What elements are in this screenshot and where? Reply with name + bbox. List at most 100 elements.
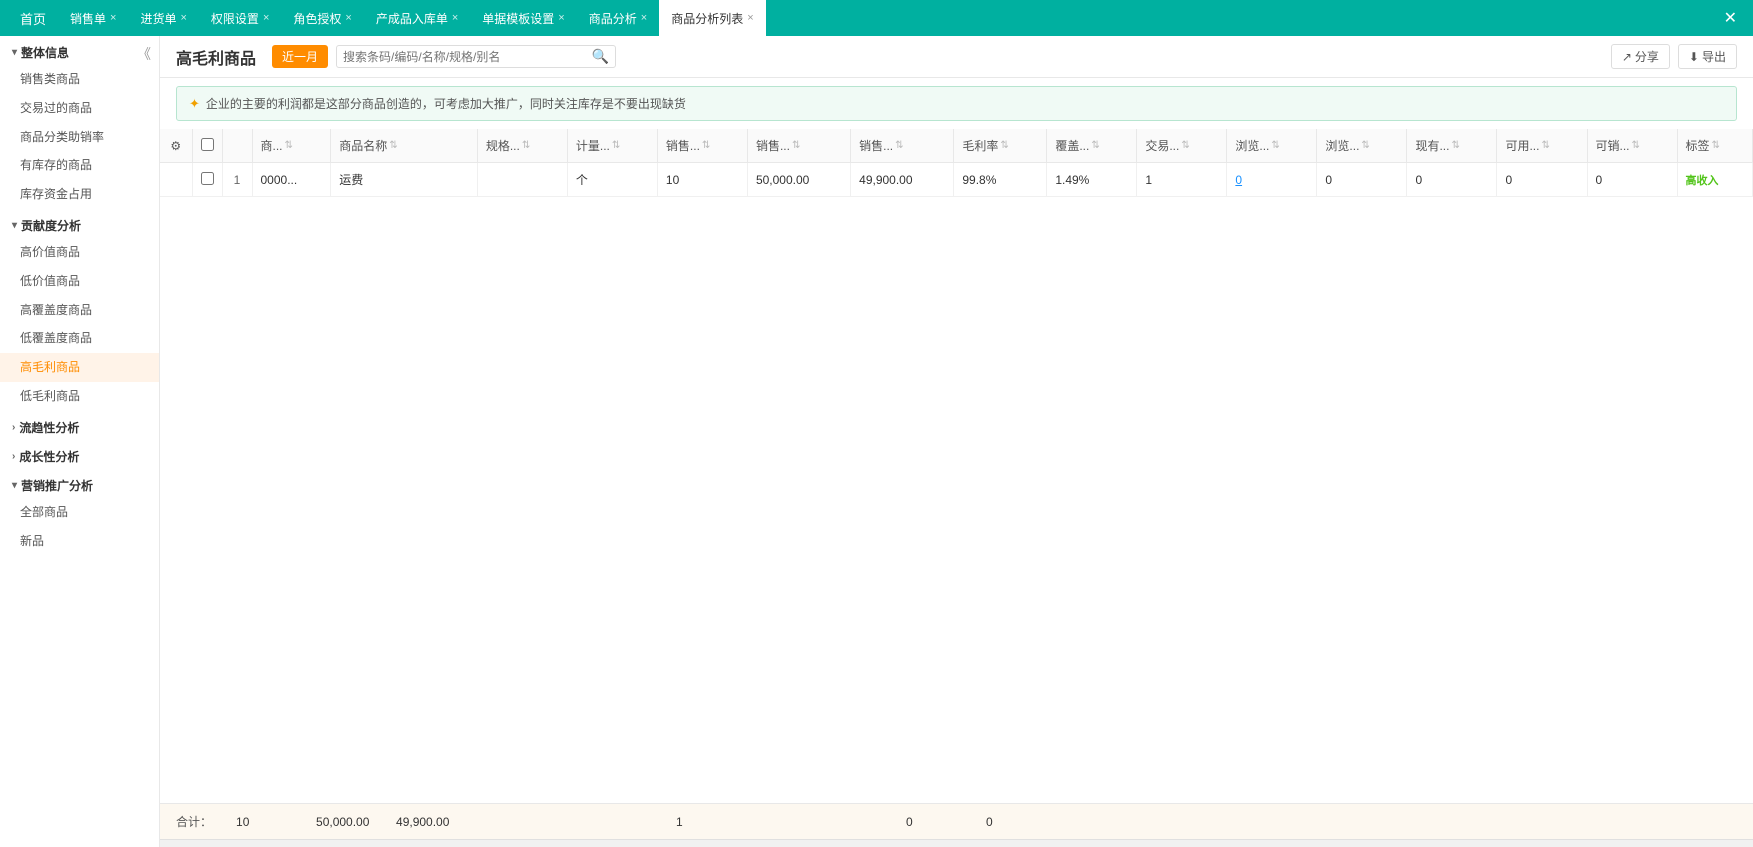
nav-role-close[interactable]: × [345,12,351,24]
col-tag[interactable]: 标签 ⇅ [1677,129,1752,163]
cell-gross-rate: 99.8% [954,163,1047,197]
search-input[interactable] [343,50,592,64]
col-avail2[interactable]: 可用... ⇅ [1497,129,1587,163]
sidebar-group-growth[interactable]: › 成长性分析 [0,440,159,469]
footer-trade: 1 [668,815,748,829]
nav-purchase-close[interactable]: × [180,12,186,24]
nav-purchase[interactable]: 进货单 × [128,0,198,36]
nav-sales[interactable]: 销售单 × [58,0,128,36]
sidebar-item-low-coverage[interactable]: 低覆盖度商品 [0,324,159,353]
export-button[interactable]: ⬇ 导出 [1678,44,1737,69]
row-checkbox[interactable] [201,172,214,185]
data-table: ⚙ 商... ⇅ [160,129,1753,197]
col-settings[interactable]: ⚙ [160,129,192,163]
content-area: 高毛利商品 近一月 🔍 ↗ 分享 ⬇ 导出 ✦ 企业的主要的利润都是这部分商品创… [160,36,1753,847]
col-code[interactable]: 商... ⇅ [252,129,331,163]
col-browse1[interactable]: 浏览... ⇅ [1227,129,1317,163]
cell-name[interactable]: 运费 [331,163,478,197]
info-banner: ✦ 企业的主要的利润都是这部分商品创造的，可考虑加大推广，同时关注库存是不要出现… [176,86,1737,121]
sidebar-item-new-goods[interactable]: 新品 [0,527,159,556]
footer-label: 合计： [176,813,212,830]
arrow-contribution: ▾ [12,220,17,231]
nav-sales-close[interactable]: × [110,12,116,24]
col-coverage[interactable]: 覆盖... ⇅ [1047,129,1137,163]
cell-browse1[interactable]: 0 [1227,163,1317,197]
share-button[interactable]: ↗ 分享 [1611,44,1670,69]
cell-avail1: 0 [1407,163,1497,197]
search-box: 🔍 [336,45,616,68]
top-nav-bar: 首页 销售单 × 进货单 × 权限设置 × 角色授权 × 产成品入库单 × 单据… [0,0,1753,36]
arrow-trend: › [12,422,15,433]
nav-template-close[interactable]: × [558,12,564,24]
col-unit[interactable]: 计量... ⇅ [567,129,657,163]
cell-checkbox[interactable] [192,163,222,197]
arrow-growth: › [12,451,15,462]
sort-sales-amt-icon: ⇅ [792,140,800,151]
col-name[interactable]: 商品名称 ⇅ [331,129,478,163]
col-gross-rate[interactable]: 毛利率 ⇅ [954,129,1047,163]
sidebar-item-traded-goods[interactable]: 交易过的商品 [0,94,159,123]
sidebar-item-stock-capital[interactable]: 库存资金占用 [0,180,159,209]
sort-tag-icon: ⇅ [1712,140,1720,151]
filter-period-button[interactable]: 近一月 [272,45,328,68]
col-spec[interactable]: 规格... ⇅ [477,129,567,163]
sort-unit-icon: ⇅ [612,140,620,151]
cell-browse2: 0 [1317,163,1407,197]
nav-home[interactable]: 首页 [8,0,58,36]
sort-browse1-icon: ⇅ [1271,140,1279,151]
settings-icon[interactable]: ⚙ [170,139,181,153]
col-avail1[interactable]: 现有... ⇅ [1407,129,1497,163]
col-sales-cost[interactable]: 销售... ⇅ [851,129,954,163]
sort-name-icon: ⇅ [389,140,397,151]
close-all-tabs[interactable]: ✕ [1716,8,1745,28]
col-browse2[interactable]: 浏览... ⇅ [1317,129,1407,163]
cell-coverage: 1.49% [1047,163,1137,197]
sidebar-item-stock-goods[interactable]: 有库存的商品 [0,151,159,180]
cell-avail2: 0 [1497,163,1587,197]
horizontal-scrollbar[interactable] [160,839,1753,847]
cell-unit: 个 [567,163,657,197]
nav-template[interactable]: 单据模板设置 × [470,0,576,36]
sidebar-item-sales-goods[interactable]: 销售类商品 [0,65,159,94]
nav-product-in-close[interactable]: × [452,12,458,24]
cell-sales-qty: 10 [657,163,747,197]
sidebar-item-high-coverage[interactable]: 高覆盖度商品 [0,296,159,325]
sidebar-group-trend[interactable]: › 流趋性分析 [0,411,159,440]
table-container[interactable]: ⚙ 商... ⇅ [160,129,1753,803]
content-header: 高毛利商品 近一月 🔍 ↗ 分享 ⬇ 导出 [160,36,1753,78]
col-saleable[interactable]: 可销... ⇅ [1587,129,1677,163]
col-checkbox[interactable] [192,129,222,163]
sidebar-item-low-value[interactable]: 低价值商品 [0,267,159,296]
nav-product-analysis[interactable]: 商品分析 × [577,0,659,36]
sidebar-item-category-rate[interactable]: 商品分类助销率 [0,123,159,152]
col-trade[interactable]: 交易... ⇅ [1137,129,1227,163]
footer-avail2: 0 [978,815,1058,829]
sort-code-icon: ⇅ [285,140,293,151]
sidebar-item-high-value[interactable]: 高价值商品 [0,238,159,267]
nav-permission[interactable]: 权限设置 × [199,0,281,36]
sidebar-group-overall[interactable]: ▾ 整体信息 [0,36,159,65]
search-icon[interactable]: 🔍 [592,48,609,65]
sidebar-item-low-margin[interactable]: 低毛利商品 [0,382,159,411]
header-actions: ↗ 分享 ⬇ 导出 [1611,44,1737,69]
col-sales-qty[interactable]: 销售... ⇅ [657,129,747,163]
sidebar-item-high-margin[interactable]: 高毛利商品 [0,353,159,382]
col-index [222,129,252,163]
footer-avail1: 0 [898,815,978,829]
nav-role[interactable]: 角色授权 × [281,0,363,36]
nav-product-analysis-list[interactable]: 商品分析列表 × [659,0,765,36]
nav-product-in[interactable]: 产成品入库单 × [364,0,470,36]
select-all-checkbox[interactable] [201,138,214,151]
sidebar-group-contribution[interactable]: ▾ 贡献度分析 [0,209,159,238]
cell-code[interactable]: 0000... [252,163,331,197]
sidebar-item-all-goods[interactable]: 全部商品 [0,498,159,527]
footer-sales-amt: 50,000.00 [308,815,388,829]
col-sales-amt[interactable]: 销售... ⇅ [747,129,850,163]
sidebar-group-marketing[interactable]: ▾ 营销推广分析 [0,469,159,498]
nav-analysis-list-close[interactable]: × [747,12,753,24]
nav-analysis-close[interactable]: × [641,12,647,24]
share-icon: ↗ [1622,50,1632,64]
sidebar-collapse-button[interactable]: 《 [137,44,151,64]
nav-permission-close[interactable]: × [263,12,269,24]
cell-index: 1 [222,163,252,197]
